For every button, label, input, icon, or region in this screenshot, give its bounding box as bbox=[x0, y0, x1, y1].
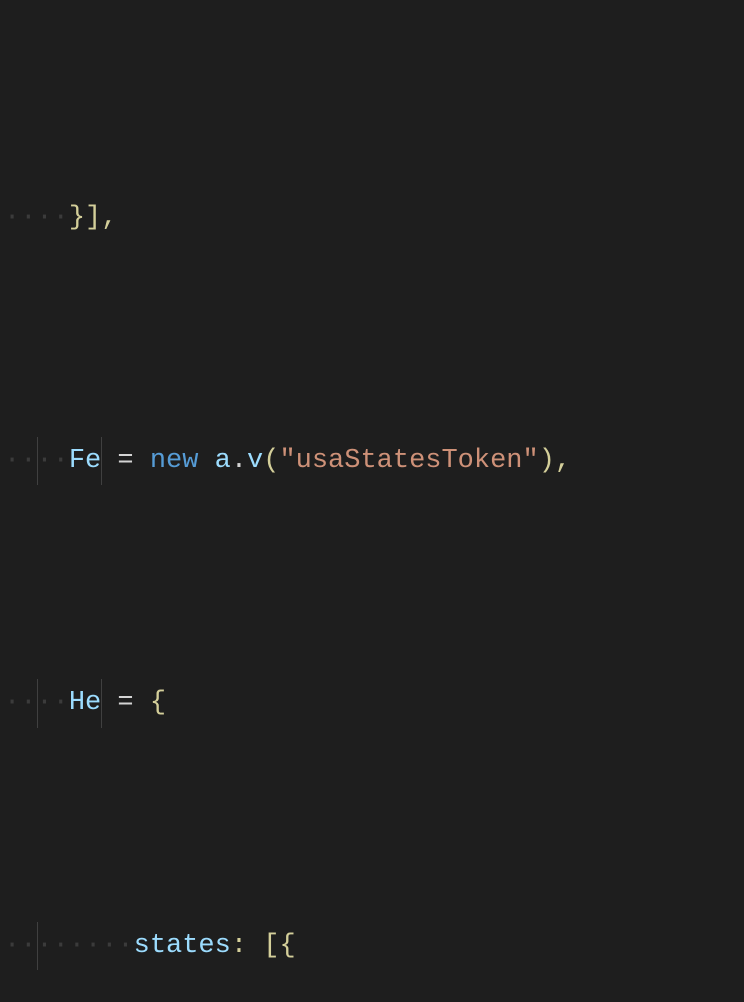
token-keyword: new bbox=[150, 446, 199, 476]
token-variable: Fe bbox=[69, 446, 101, 476]
token-space bbox=[198, 446, 214, 476]
code-editor[interactable]: ····}], ····Fe = new a.v("usaStatesToken… bbox=[0, 0, 744, 1002]
token-punct: . bbox=[231, 446, 247, 476]
token-method: v bbox=[247, 446, 263, 476]
code-line[interactable]: ····}], bbox=[0, 194, 744, 243]
code-line[interactable]: ········states: [{ bbox=[0, 922, 744, 971]
code-line[interactable]: ····Fe = new a.v("usaStatesToken"), bbox=[0, 437, 744, 486]
token-brace: { bbox=[150, 688, 166, 718]
token-variable: a bbox=[215, 446, 231, 476]
token-punct: : bbox=[231, 931, 247, 961]
token-punct: , bbox=[555, 446, 571, 476]
token-operator: = bbox=[101, 446, 150, 476]
whitespace: ········ bbox=[4, 931, 134, 961]
token-punct: ( bbox=[263, 446, 279, 476]
token-variable: He bbox=[69, 688, 101, 718]
token-string: "usaStatesToken" bbox=[279, 446, 538, 476]
code-line[interactable]: ····He = { bbox=[0, 679, 744, 728]
token-punct: }], bbox=[69, 203, 118, 233]
token-operator: = bbox=[101, 688, 150, 718]
token-space bbox=[247, 931, 263, 961]
whitespace: ···· bbox=[4, 203, 69, 233]
token-property: states bbox=[134, 931, 231, 961]
token-punct: ) bbox=[539, 446, 555, 476]
token-punct: [{ bbox=[263, 931, 295, 961]
